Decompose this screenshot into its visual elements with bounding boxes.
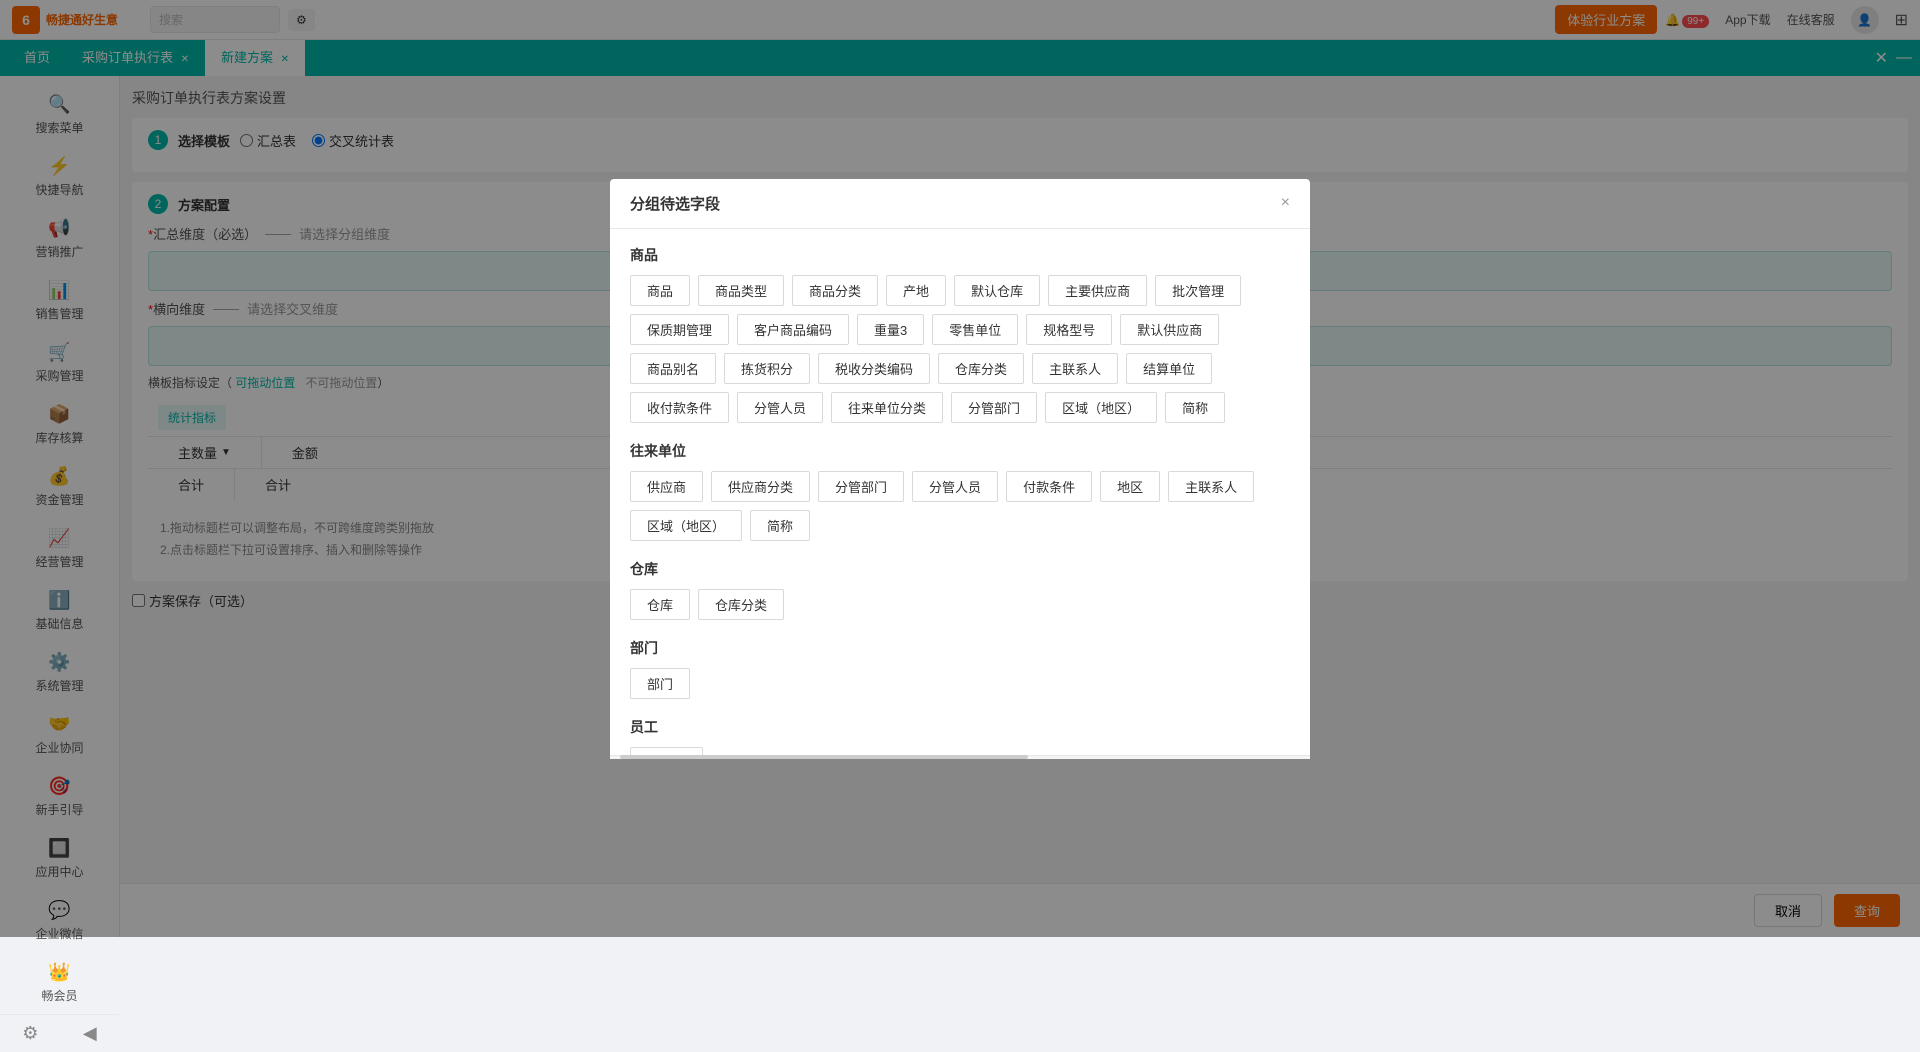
field-tag[interactable]: 供应商分类	[711, 471, 810, 502]
modal-dialog: 分组待选字段 × 商品商品商品类型商品分类产地默认仓库主要供应商批次管理保质期管…	[610, 179, 1310, 759]
field-section-往来单位: 往来单位供应商供应商分类分管部门分管人员付款条件地区主联系人区域（地区） 简称	[630, 441, 1290, 541]
field-section-员工: 员工业务员	[630, 717, 1290, 755]
field-tag[interactable]: 客户商品编码	[737, 314, 849, 345]
sidebar-settings-btn[interactable]: ⚙	[22, 1023, 38, 1044]
modal-overlay: 分组待选字段 × 商品商品商品类型商品分类产地默认仓库主要供应商批次管理保质期管…	[0, 0, 1920, 937]
field-tag[interactable]: 仓库分类	[938, 353, 1024, 384]
field-tag[interactable]: 供应商	[630, 471, 703, 502]
field-tag[interactable]: 简称	[1165, 392, 1225, 423]
field-section-title: 往来单位	[630, 441, 1290, 461]
field-tags-container: 仓库仓库分类	[630, 589, 1290, 620]
field-tag[interactable]: 分管人员	[912, 471, 998, 502]
field-section-title: 商品	[630, 245, 1290, 265]
modal-hscroll[interactable]	[610, 755, 1310, 759]
field-section-商品: 商品商品商品类型商品分类产地默认仓库主要供应商批次管理保质期管理客户商品编码重量…	[630, 245, 1290, 423]
field-tags-container: 供应商供应商分类分管部门分管人员付款条件地区主联系人区域（地区） 简称	[630, 471, 1290, 541]
field-tag[interactable]: 往来单位分类	[831, 392, 943, 423]
field-tag[interactable]: 仓库分类	[698, 589, 784, 620]
field-tag[interactable]: 零售单位	[932, 314, 1018, 345]
field-tag[interactable]: 默认供应商	[1120, 314, 1219, 345]
field-tag[interactable]: 主要供应商	[1048, 275, 1147, 306]
field-tag[interactable]: 拣货积分	[724, 353, 810, 384]
field-tag[interactable]: 主联系人	[1168, 471, 1254, 502]
field-tag[interactable]: 地区	[1100, 471, 1160, 502]
field-tag[interactable]: 商品别名	[630, 353, 716, 384]
modal-body: 商品商品商品类型商品分类产地默认仓库主要供应商批次管理保质期管理客户商品编码重量…	[610, 229, 1310, 755]
sidebar-label-member: 畅会员	[41, 987, 77, 1004]
modal-close-button[interactable]: ×	[1281, 194, 1290, 212]
field-section-仓库: 仓库仓库仓库分类	[630, 559, 1290, 620]
field-tag[interactable]: 部门	[630, 668, 690, 699]
field-section-title: 员工	[630, 717, 1290, 737]
field-tag[interactable]: 收付款条件	[630, 392, 729, 423]
field-tag[interactable]: 规格型号	[1026, 314, 1112, 345]
field-tag[interactable]: 简称	[750, 510, 810, 541]
field-tag[interactable]: 结算单位	[1126, 353, 1212, 384]
field-tag[interactable]: 分管人员	[737, 392, 823, 423]
field-tag[interactable]: 区域（地区）	[630, 510, 742, 541]
field-section-title: 仓库	[630, 559, 1290, 579]
field-tag[interactable]: 付款条件	[1006, 471, 1092, 502]
field-tag[interactable]: 业务员	[630, 747, 703, 755]
field-tag[interactable]: 默认仓库	[954, 275, 1040, 306]
field-tag[interactable]: 税收分类编码	[818, 353, 930, 384]
field-tag[interactable]: 分管部门	[818, 471, 904, 502]
field-tag[interactable]: 商品	[630, 275, 690, 306]
field-tag[interactable]: 商品分类	[792, 275, 878, 306]
field-tag[interactable]: 产地	[886, 275, 946, 306]
field-tag[interactable]: 批次管理	[1155, 275, 1241, 306]
field-tag[interactable]: 商品类型	[698, 275, 784, 306]
field-tags-container: 商品商品类型商品分类产地默认仓库主要供应商批次管理保质期管理客户商品编码重量3 零…	[630, 275, 1290, 423]
field-section-title: 部门	[630, 638, 1290, 658]
sidebar-item-member[interactable]: 👑 畅会员	[0, 952, 119, 1014]
member-icon: 👑	[48, 962, 70, 983]
field-tag[interactable]: 保质期管理	[630, 314, 729, 345]
field-tags-container: 部门	[630, 668, 1290, 699]
field-tags-container: 业务员	[630, 747, 1290, 755]
modal-header: 分组待选字段 ×	[610, 179, 1310, 229]
field-tag[interactable]: 区域（地区）	[1045, 392, 1157, 423]
field-section-部门: 部门部门	[630, 638, 1290, 699]
modal-title: 分组待选字段	[630, 193, 720, 214]
field-tag[interactable]: 重量3	[857, 314, 924, 345]
sidebar-collapse-btn[interactable]: ◀	[83, 1023, 97, 1044]
field-tag[interactable]: 主联系人	[1032, 353, 1118, 384]
field-tag[interactable]: 仓库	[630, 589, 690, 620]
field-tag[interactable]: 分管部门	[951, 392, 1037, 423]
